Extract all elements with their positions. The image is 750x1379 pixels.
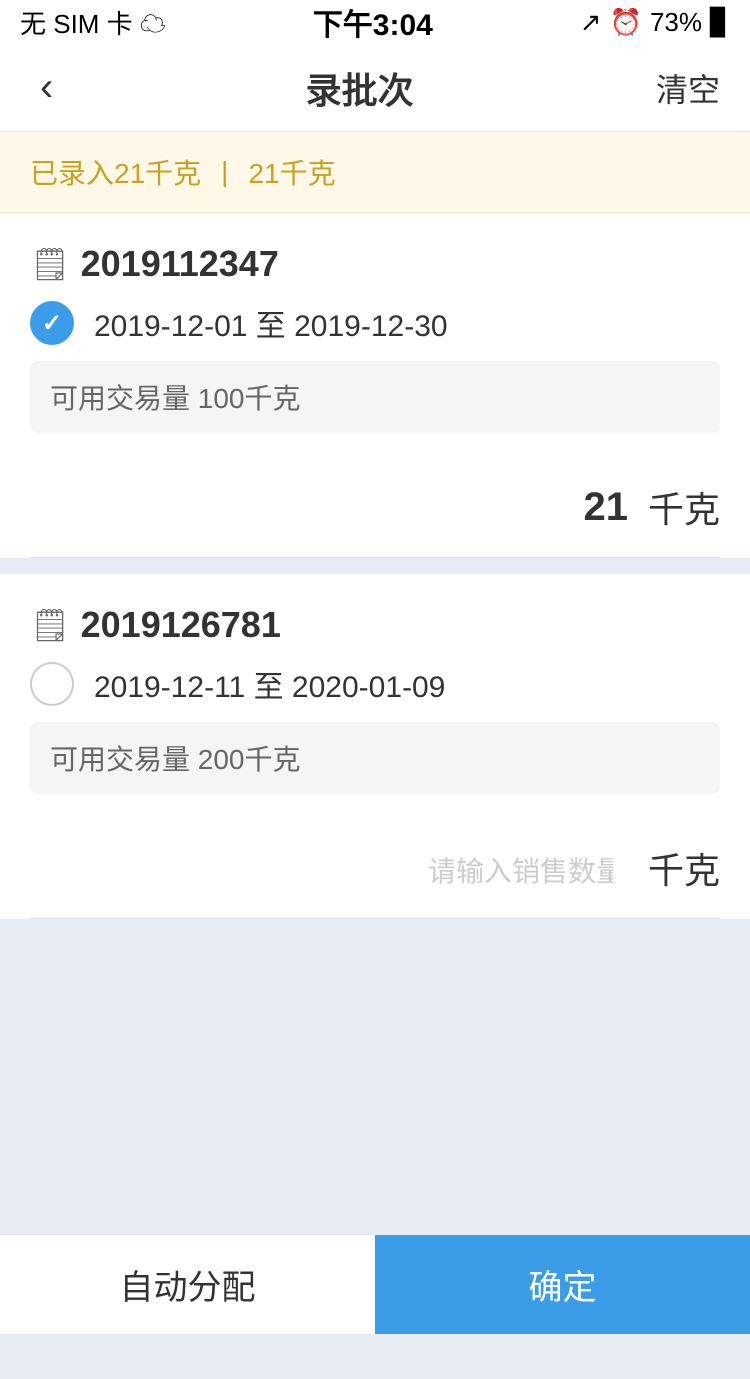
batch-number-1: 2019112347 bbox=[81, 243, 279, 285]
status-left: 无 SIM 卡 ☁ bbox=[20, 4, 166, 41]
quantity-unit-2: 千克 bbox=[648, 842, 720, 894]
auto-distribute-button[interactable]: 自动分配 bbox=[0, 1235, 375, 1334]
batch-availability-1: 可用交易量 100千克 bbox=[30, 361, 720, 433]
quantity-input-2[interactable] bbox=[428, 846, 628, 891]
bottom-bar: 自动分配 确定 bbox=[0, 1234, 750, 1334]
batch-date-row-2: 2019-12-11 至 2020-01-09 bbox=[30, 662, 720, 706]
status-time: 下午3:04 bbox=[313, 0, 433, 44]
batch-radio-1[interactable] bbox=[30, 301, 74, 345]
batch-header-2: 🗒 2019126781 bbox=[30, 604, 720, 646]
status-bar: 无 SIM 卡 ☁ 下午3:04 ↗ ⏰ 73% ▊ bbox=[0, 0, 750, 44]
back-button[interactable]: ‹ bbox=[30, 55, 63, 120]
batch-card-2: 🗒 2019126781 2019-12-11 至 2020-01-09 可用交… bbox=[0, 574, 750, 818]
confirm-button[interactable]: 确定 bbox=[375, 1235, 750, 1334]
batch-date-row-1: 2019-12-01 至 2019-12-30 bbox=[30, 301, 720, 345]
no-sim-text: 无 SIM 卡 ☁ bbox=[20, 4, 166, 41]
page-title: 录批次 bbox=[306, 62, 414, 114]
quantity-unit-1: 千克 bbox=[648, 481, 720, 533]
summary-banner: 已录入21千克 | 21千克 bbox=[0, 132, 750, 213]
alarm-icon: ⏰ bbox=[610, 7, 642, 38]
location-icon: ↗ bbox=[580, 7, 602, 38]
batch-date-2: 2019-12-11 至 2020-01-09 bbox=[94, 662, 445, 706]
quantity-row-1: 21 千克 bbox=[0, 457, 750, 557]
batch-icon-1: 🗒 bbox=[30, 245, 71, 283]
total-label: 21千克 bbox=[248, 152, 335, 192]
status-right: ↗ ⏰ 73% ▊ bbox=[580, 7, 730, 38]
recorded-label: 已录入21千克 bbox=[30, 152, 201, 192]
quantity-row-2: 千克 bbox=[0, 818, 750, 918]
summary-divider: | bbox=[221, 156, 228, 188]
batch-availability-2: 可用交易量 200千克 bbox=[30, 722, 720, 794]
clear-button[interactable]: 清空 bbox=[656, 65, 720, 111]
batch-number-2: 2019126781 bbox=[81, 604, 281, 646]
quantity-value-1: 21 bbox=[583, 485, 628, 530]
battery-percent: 73% bbox=[650, 7, 702, 38]
batch-icon-2: 🗒 bbox=[30, 606, 71, 644]
batch-header-1: 🗒 2019112347 bbox=[30, 243, 720, 285]
nav-bar: ‹ 录批次 清空 bbox=[0, 44, 750, 132]
batch-radio-2[interactable] bbox=[30, 662, 74, 706]
batch-card-1: 🗒 2019112347 2019-12-01 至 2019-12-30 可用交… bbox=[0, 213, 750, 457]
battery-icon: ▊ bbox=[710, 7, 730, 38]
batch-date-1: 2019-12-01 至 2019-12-30 bbox=[94, 301, 448, 345]
section-divider bbox=[0, 558, 750, 574]
